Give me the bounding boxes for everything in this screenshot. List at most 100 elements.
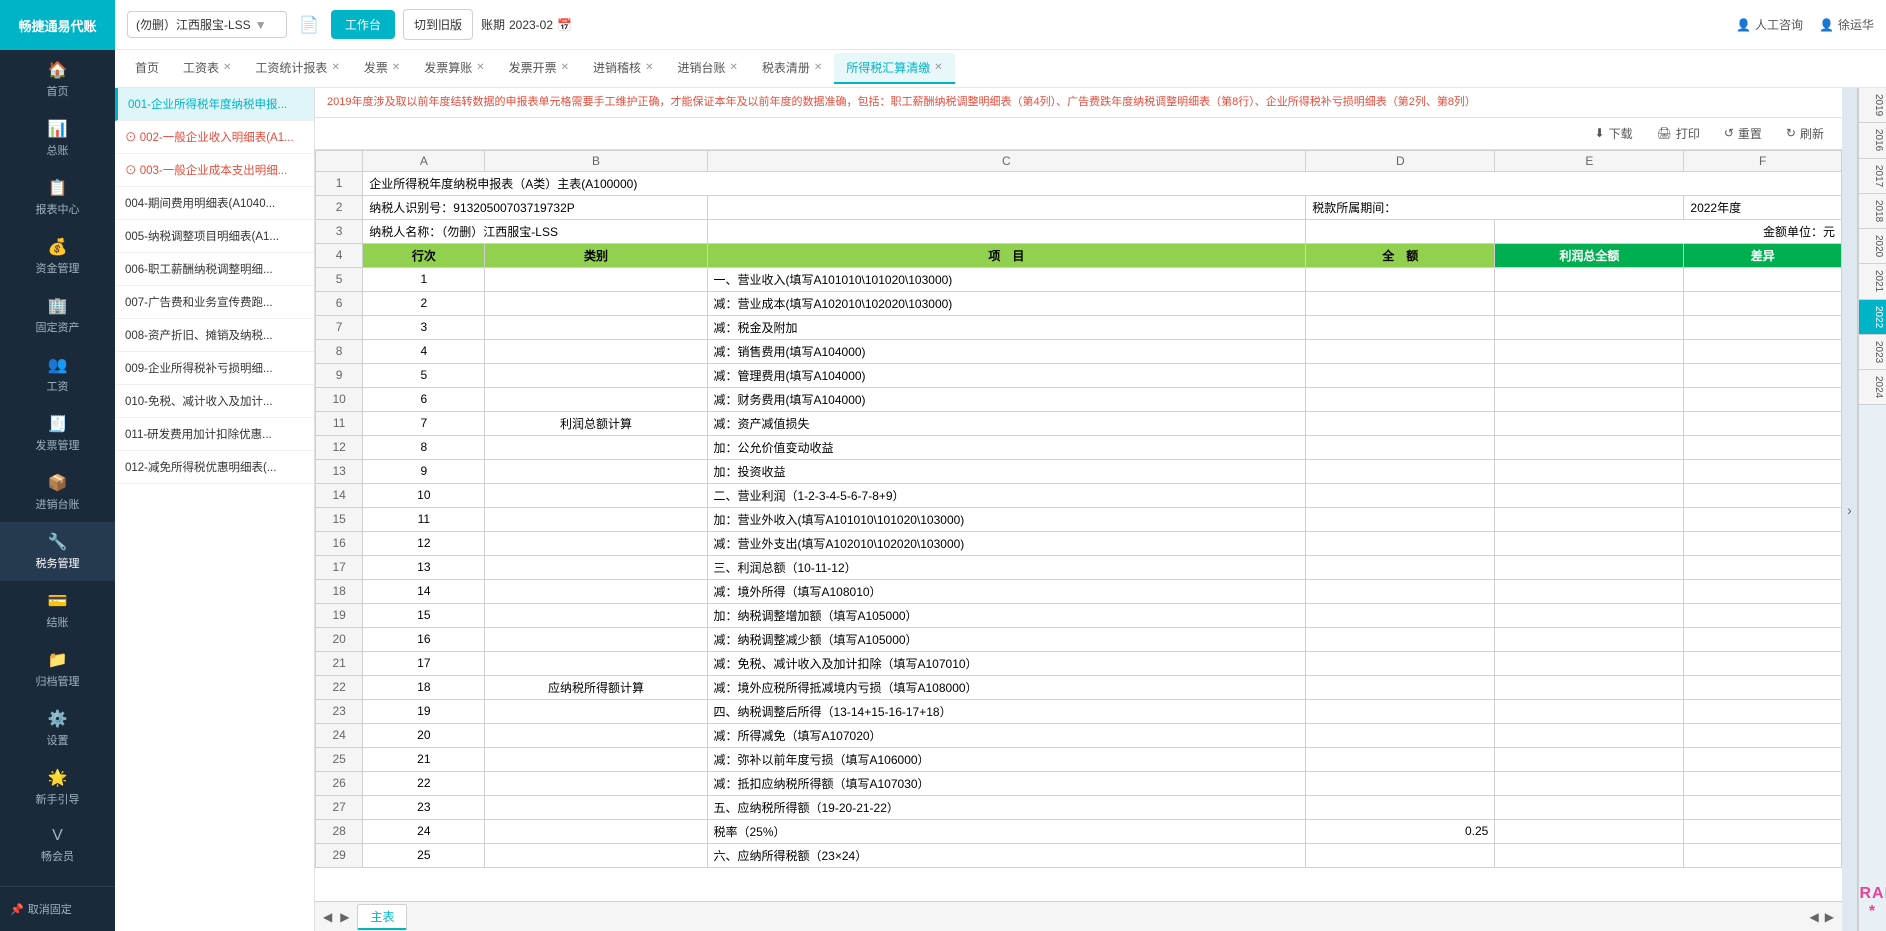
tab-invoice[interactable]: 发票 ✕ [352, 53, 412, 84]
quanje-cell[interactable] [1306, 483, 1495, 507]
timeline-2020[interactable]: 2020 [1859, 229, 1886, 264]
quanje-cell[interactable] [1306, 387, 1495, 411]
quanje-cell[interactable] [1306, 315, 1495, 339]
quanje-cell[interactable] [1306, 507, 1495, 531]
close-icon[interactable]: ✕ [561, 62, 569, 73]
quanje-cell[interactable] [1306, 723, 1495, 747]
left-panel-item-007[interactable]: 007-广告费和业务宣传费跑... [115, 286, 314, 319]
timeline-2024[interactable]: 2024 [1859, 370, 1886, 405]
lirun-cell[interactable] [1495, 507, 1684, 531]
lirun-cell[interactable] [1495, 771, 1684, 795]
download-button[interactable]: ⬇ 下载 [1589, 122, 1639, 145]
sidebar-item-finance[interactable]: 💰 资金管理 [0, 227, 115, 286]
tab-payroll[interactable]: 工资表 ✕ [171, 53, 243, 84]
chaye-cell[interactable] [1684, 771, 1842, 795]
reset-button[interactable]: ↺ 重置 [1718, 122, 1768, 145]
lirun-cell[interactable] [1495, 291, 1684, 315]
lirun-cell[interactable] [1495, 411, 1684, 435]
chaye-cell[interactable] [1684, 459, 1842, 483]
quanje-cell[interactable] [1306, 795, 1495, 819]
switch-version-button[interactable]: 切到旧版 [403, 9, 473, 40]
tab-invoice-calc[interactable]: 发票算账 ✕ [412, 53, 496, 84]
chaye-cell[interactable] [1684, 819, 1842, 843]
chaye-cell[interactable] [1684, 363, 1842, 387]
lirun-cell[interactable] [1495, 795, 1684, 819]
chaye-cell[interactable] [1684, 483, 1842, 507]
scroll-left-icon[interactable]: ◀ [1810, 910, 1819, 924]
left-panel-item-012[interactable]: 012-减免所得税优惠明细表(... [115, 451, 314, 484]
left-panel-item-001[interactable]: 001-企业所得税年度纳税申报... [115, 88, 314, 121]
quanje-cell[interactable]: 0.25 [1306, 819, 1495, 843]
chaye-cell[interactable] [1684, 315, 1842, 339]
close-icon[interactable]: ✕ [223, 62, 231, 73]
period-value[interactable]: 2023-02 [509, 18, 553, 32]
lirun-cell[interactable] [1495, 363, 1684, 387]
tab-home[interactable]: 首页 [123, 53, 171, 84]
close-icon[interactable]: ✕ [934, 62, 942, 73]
sidebar-item-tax[interactable]: 🔧 税务管理 [0, 522, 115, 581]
tab-income-tax[interactable]: 所得税汇算清缴 ✕ [834, 53, 954, 84]
left-panel-item-002[interactable]: ⊙ 002-一般企业收入明细表(A1... [115, 121, 314, 154]
quanje-cell[interactable] [1306, 363, 1495, 387]
tab-tax-clear[interactable]: 税表清册 ✕ [750, 53, 834, 84]
tab-invoice-issue[interactable]: 发票开票 ✕ [497, 53, 581, 84]
chaye-cell[interactable] [1684, 843, 1842, 867]
lirun-cell[interactable] [1495, 747, 1684, 771]
quanje-cell[interactable] [1306, 771, 1495, 795]
lirun-cell[interactable] [1495, 555, 1684, 579]
timeline-2021[interactable]: 2021 [1859, 264, 1886, 299]
chaye-cell[interactable] [1684, 291, 1842, 315]
quanje-cell[interactable] [1306, 531, 1495, 555]
close-icon[interactable]: ✕ [814, 62, 822, 73]
close-icon[interactable]: ✕ [392, 62, 400, 73]
chaye-cell[interactable] [1684, 747, 1842, 771]
collapse-panel-button[interactable]: › [1842, 88, 1858, 931]
lirun-cell[interactable] [1495, 435, 1684, 459]
tab-sales-audit[interactable]: 进销稽核 ✕ [581, 53, 665, 84]
sheet-nav-prev[interactable]: ◀ [323, 910, 332, 924]
lirun-cell[interactable] [1495, 603, 1684, 627]
close-icon[interactable]: ✕ [331, 62, 339, 73]
left-panel-item-011[interactable]: 011-研发费用加计扣除优惠... [115, 418, 314, 451]
quanje-cell[interactable] [1306, 435, 1495, 459]
quanje-cell[interactable] [1306, 291, 1495, 315]
user-service[interactable]: 👤 人工咨询 [1736, 16, 1803, 33]
chaye-cell[interactable] [1684, 507, 1842, 531]
sidebar-item-home[interactable]: 🏠 首页 [0, 50, 115, 109]
quanje-cell[interactable] [1306, 555, 1495, 579]
tab-sales-ledger[interactable]: 进销台账 ✕ [665, 53, 749, 84]
sidebar-item-guide[interactable]: 🌟 新手引导 [0, 758, 115, 817]
tab-payroll-stats[interactable]: 工资统计报表 ✕ [243, 53, 351, 84]
quanje-cell[interactable] [1306, 627, 1495, 651]
lirun-cell[interactable] [1495, 579, 1684, 603]
chaye-cell[interactable] [1684, 435, 1842, 459]
lirun-cell[interactable] [1495, 459, 1684, 483]
chaye-cell[interactable] [1684, 411, 1842, 435]
sidebar-item-reports[interactable]: 📋 报表中心 [0, 168, 115, 227]
sidebar-item-payroll[interactable]: 👥 工资 [0, 345, 115, 404]
chaye-cell[interactable] [1684, 699, 1842, 723]
chaye-cell[interactable] [1684, 651, 1842, 675]
quanje-cell[interactable] [1306, 651, 1495, 675]
chaye-cell[interactable] [1684, 627, 1842, 651]
quanje-cell[interactable] [1306, 843, 1495, 867]
quanje-cell[interactable] [1306, 675, 1495, 699]
close-icon[interactable]: ✕ [476, 62, 484, 73]
quanje-cell[interactable] [1306, 579, 1495, 603]
unpin-button[interactable]: 📌 取消固定 [10, 897, 105, 921]
left-panel-item-006[interactable]: 006-职工薪酬纳税调整明细... [115, 253, 314, 286]
calendar-icon[interactable]: 📅 [557, 18, 572, 32]
quanje-cell[interactable] [1306, 339, 1495, 363]
spreadsheet-container[interactable]: A B C D E F [315, 150, 1842, 902]
sidebar-item-ledger[interactable]: 📊 总账 [0, 109, 115, 168]
sidebar-item-purchsale[interactable]: 📦 进销台账 [0, 463, 115, 522]
lirun-cell[interactable] [1495, 387, 1684, 411]
print-button[interactable]: 🖨 打印 [1651, 122, 1706, 145]
refresh-button[interactable]: ↻ 刷新 [1780, 122, 1830, 145]
quanje-cell[interactable] [1306, 699, 1495, 723]
lirun-cell[interactable] [1495, 651, 1684, 675]
chaye-cell[interactable] [1684, 339, 1842, 363]
chaye-cell[interactable] [1684, 555, 1842, 579]
sidebar-item-invoice[interactable]: 🧾 发票管理 [0, 404, 115, 463]
timeline-2023[interactable]: 2023 [1859, 335, 1886, 370]
